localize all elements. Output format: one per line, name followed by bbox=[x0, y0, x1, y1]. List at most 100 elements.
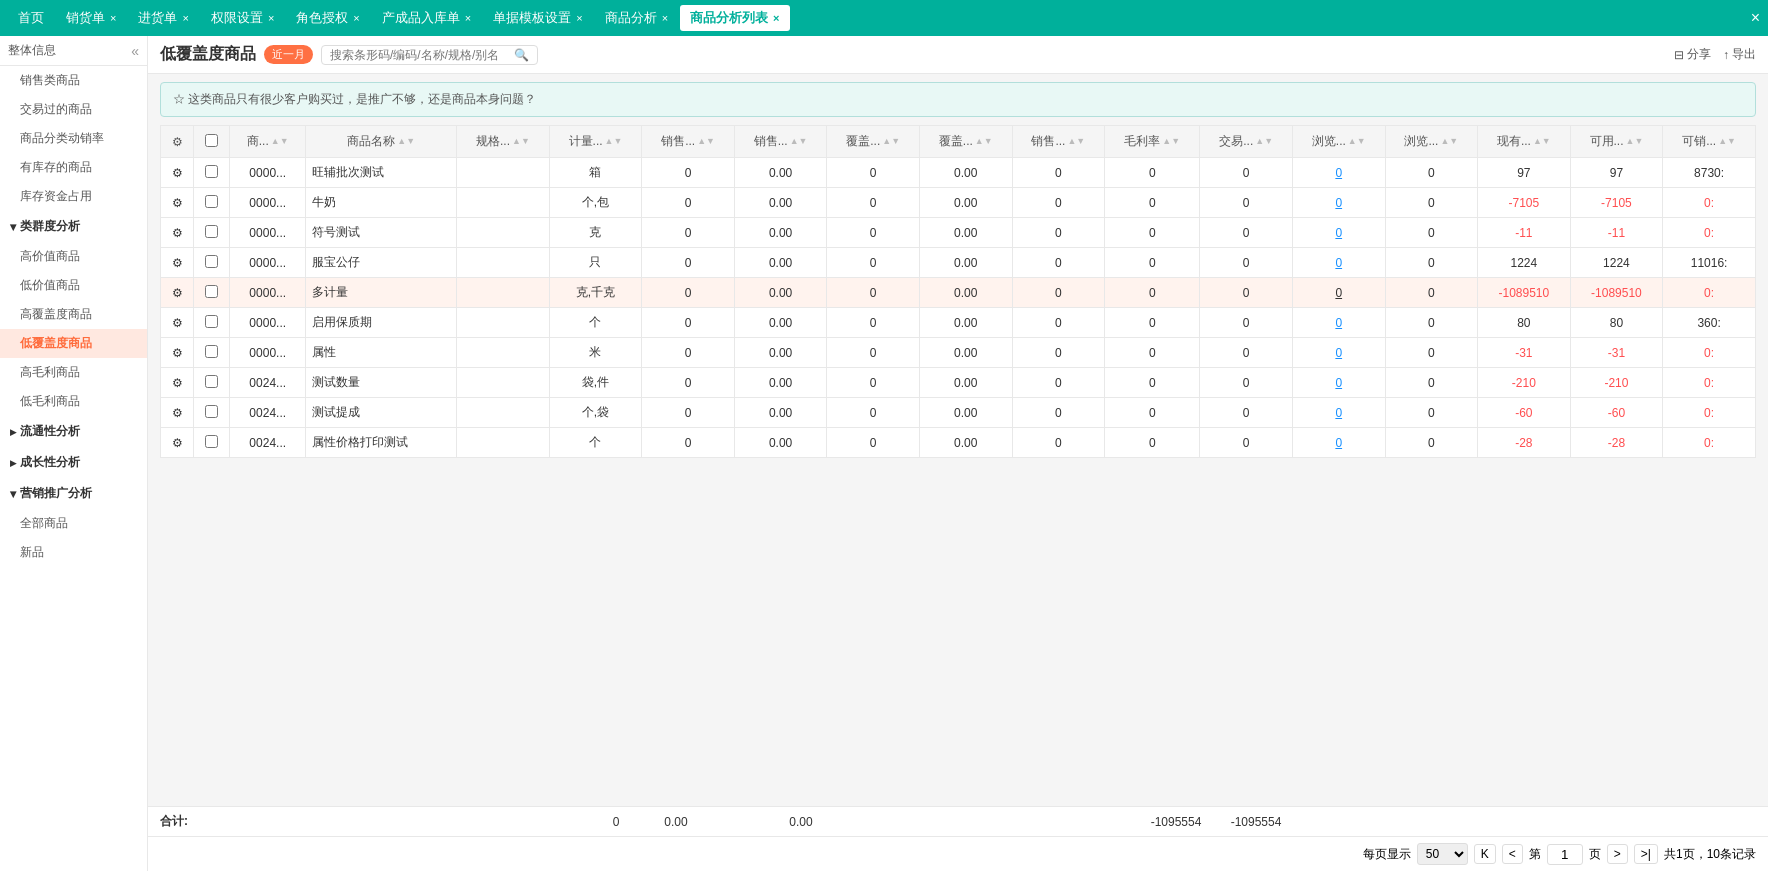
nav-item-sales[interactable]: 销货单 × bbox=[56, 5, 126, 31]
nav-close-product-analysis-list[interactable]: × bbox=[773, 12, 779, 24]
row-browse1[interactable]: 0 bbox=[1292, 218, 1385, 248]
row-select-checkbox[interactable] bbox=[205, 255, 218, 268]
row-checkbox[interactable] bbox=[194, 248, 230, 278]
row-settings[interactable]: ⚙ bbox=[161, 338, 194, 368]
row-settings[interactable]: ⚙ bbox=[161, 428, 194, 458]
row-browse1[interactable]: 0 bbox=[1292, 158, 1385, 188]
window-close-button[interactable]: × bbox=[1751, 9, 1760, 27]
sidebar-item-new-products[interactable]: 新品 bbox=[0, 538, 147, 567]
row-browse1[interactable]: 0 bbox=[1292, 338, 1385, 368]
row-checkbox[interactable] bbox=[194, 338, 230, 368]
nav-item-finished-goods[interactable]: 产成品入库单 × bbox=[372, 5, 481, 31]
sidebar-item-low-value[interactable]: 低价值商品 bbox=[0, 271, 147, 300]
th-available-stock[interactable]: 可用...▲▼ bbox=[1570, 126, 1663, 158]
first-page-button[interactable]: K bbox=[1474, 844, 1496, 864]
row-browse1[interactable]: 0 bbox=[1292, 428, 1385, 458]
nav-close-finished-goods[interactable]: × bbox=[465, 12, 471, 24]
row-browse1[interactable]: 0 bbox=[1292, 248, 1385, 278]
row-settings[interactable]: ⚙ bbox=[161, 158, 194, 188]
row-settings[interactable]: ⚙ bbox=[161, 278, 194, 308]
nav-close-product-analysis[interactable]: × bbox=[662, 12, 668, 24]
th-cover1[interactable]: 覆盖...▲▼ bbox=[827, 126, 920, 158]
nav-close-template[interactable]: × bbox=[576, 12, 582, 24]
sidebar-group-header-circulation[interactable]: ▸ 流通性分析 bbox=[0, 416, 147, 447]
row-checkbox[interactable] bbox=[194, 218, 230, 248]
nav-close-permissions[interactable]: × bbox=[268, 12, 274, 24]
sidebar-item-high-profit[interactable]: 高毛利商品 bbox=[0, 358, 147, 387]
sidebar-item-category-rate[interactable]: 商品分类动销率 bbox=[0, 124, 147, 153]
th-saleable[interactable]: 可销...▲▼ bbox=[1663, 126, 1756, 158]
share-button[interactable]: ⊟ 分享 bbox=[1674, 46, 1711, 63]
row-select-checkbox[interactable] bbox=[205, 375, 218, 388]
row-browse1[interactable]: 0 bbox=[1292, 398, 1385, 428]
sidebar-item-stock-capital[interactable]: 库存资金占用 bbox=[0, 182, 147, 211]
th-spec[interactable]: 规格...▲▼ bbox=[457, 126, 550, 158]
nav-item-product-analysis-list[interactable]: 商品分析列表 × bbox=[680, 5, 789, 31]
select-all-checkbox[interactable] bbox=[205, 134, 218, 147]
nav-close-sales[interactable]: × bbox=[110, 12, 116, 24]
nav-item-permissions[interactable]: 权限设置 × bbox=[201, 5, 284, 31]
sidebar-item-low-coverage[interactable]: 低覆盖度商品 bbox=[0, 329, 147, 358]
nav-close-roles[interactable]: × bbox=[353, 12, 359, 24]
page-number-input[interactable] bbox=[1547, 844, 1583, 865]
row-checkbox[interactable] bbox=[194, 188, 230, 218]
last-page-button[interactable]: >| bbox=[1634, 844, 1658, 864]
time-filter-button[interactable]: 近一月 bbox=[264, 45, 313, 64]
th-code[interactable]: 商...▲▼ bbox=[230, 126, 306, 158]
th-settings[interactable]: ⚙ bbox=[161, 126, 194, 158]
row-settings[interactable]: ⚙ bbox=[161, 218, 194, 248]
sidebar-group-header-growth[interactable]: ▸ 成长性分析 bbox=[0, 447, 147, 478]
row-checkbox[interactable] bbox=[194, 428, 230, 458]
row-select-checkbox[interactable] bbox=[205, 345, 218, 358]
sidebar-collapse-button[interactable]: « bbox=[131, 43, 139, 59]
sidebar-item-traded-products[interactable]: 交易过的商品 bbox=[0, 95, 147, 124]
sidebar-item-in-stock[interactable]: 有库存的商品 bbox=[0, 153, 147, 182]
row-settings[interactable]: ⚙ bbox=[161, 188, 194, 218]
th-unit[interactable]: 计量...▲▼ bbox=[549, 126, 642, 158]
row-settings[interactable]: ⚙ bbox=[161, 368, 194, 398]
row-checkbox[interactable] bbox=[194, 398, 230, 428]
search-input[interactable] bbox=[330, 48, 510, 62]
row-select-checkbox[interactable] bbox=[205, 285, 218, 298]
page-size-select[interactable]: 50 100 200 bbox=[1417, 843, 1468, 865]
th-sales-amount[interactable]: 销售...▲▼ bbox=[734, 126, 827, 158]
nav-close-purchase[interactable]: × bbox=[182, 12, 188, 24]
row-browse1[interactable]: 0 bbox=[1292, 368, 1385, 398]
th-trade[interactable]: 交易...▲▼ bbox=[1200, 126, 1293, 158]
row-checkbox[interactable] bbox=[194, 368, 230, 398]
next-page-button[interactable]: > bbox=[1607, 844, 1628, 864]
prev-page-button[interactable]: < bbox=[1502, 844, 1523, 864]
th-sales-qty[interactable]: 销售...▲▼ bbox=[642, 126, 735, 158]
row-select-checkbox[interactable] bbox=[205, 195, 218, 208]
export-button[interactable]: ↑ 导出 bbox=[1723, 46, 1756, 63]
sidebar-item-all-products[interactable]: 全部商品 bbox=[0, 509, 147, 538]
row-settings[interactable]: ⚙ bbox=[161, 398, 194, 428]
row-settings[interactable]: ⚙ bbox=[161, 308, 194, 338]
row-checkbox[interactable] bbox=[194, 278, 230, 308]
row-settings[interactable]: ⚙ bbox=[161, 248, 194, 278]
row-browse1[interactable]: 0 bbox=[1292, 308, 1385, 338]
th-browse1[interactable]: 浏览...▲▼ bbox=[1292, 126, 1385, 158]
sidebar-item-high-value[interactable]: 高价值商品 bbox=[0, 242, 147, 271]
row-browse1[interactable]: 0 bbox=[1292, 188, 1385, 218]
row-select-checkbox[interactable] bbox=[205, 435, 218, 448]
th-cover2[interactable]: 覆盖...▲▼ bbox=[919, 126, 1012, 158]
nav-item-purchase[interactable]: 进货单 × bbox=[128, 5, 198, 31]
nav-item-roles[interactable]: 角色授权 × bbox=[286, 5, 369, 31]
sidebar-item-low-profit[interactable]: 低毛利商品 bbox=[0, 387, 147, 416]
search-icon[interactable]: 🔍 bbox=[514, 48, 529, 62]
row-select-checkbox[interactable] bbox=[205, 165, 218, 178]
row-checkbox[interactable] bbox=[194, 308, 230, 338]
sidebar-group-header-cluster[interactable]: ▾ 类群度分析 bbox=[0, 211, 147, 242]
row-select-checkbox[interactable] bbox=[205, 405, 218, 418]
th-name[interactable]: 商品名称▲▼ bbox=[306, 126, 457, 158]
sidebar-item-sales-products[interactable]: 销售类商品 bbox=[0, 66, 147, 95]
th-profit-rate[interactable]: 毛利率▲▼ bbox=[1105, 126, 1200, 158]
nav-item-template[interactable]: 单据模板设置 × bbox=[483, 5, 592, 31]
sidebar-item-high-coverage[interactable]: 高覆盖度商品 bbox=[0, 300, 147, 329]
row-checkbox[interactable] bbox=[194, 158, 230, 188]
row-browse1[interactable]: 0 bbox=[1292, 278, 1385, 308]
th-current-stock[interactable]: 现有...▲▼ bbox=[1478, 126, 1571, 158]
th-browse2[interactable]: 浏览...▲▼ bbox=[1385, 126, 1478, 158]
sidebar-group-header-marketing[interactable]: ▾ 营销推广分析 bbox=[0, 478, 147, 509]
